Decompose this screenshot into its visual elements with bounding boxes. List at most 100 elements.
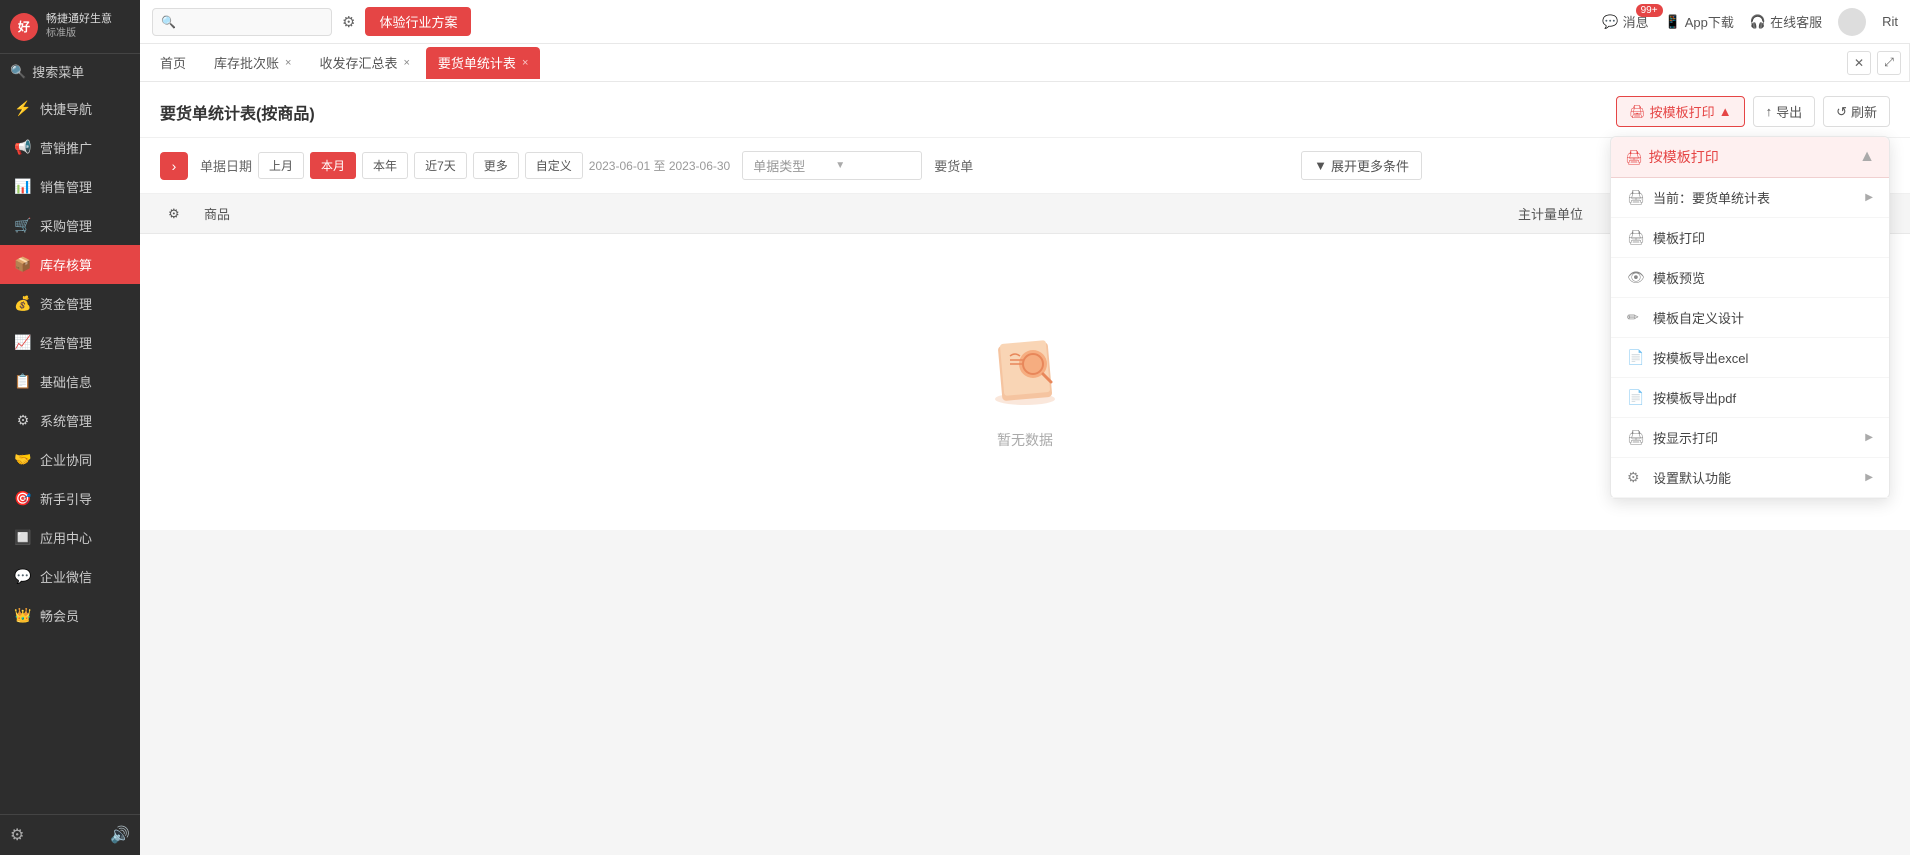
tab-close-all[interactable]: ✕ [1847,51,1871,75]
topbar-search-input[interactable] [182,15,323,29]
template-pdf-label: 按模板导出pdf [1653,388,1873,407]
sidebar-item-basic[interactable]: 📋 基础信息 [0,362,140,401]
date-filter-label: 单据日期 [200,156,252,175]
dropdown-template-preview[interactable]: 👁 模板预览 [1611,258,1889,298]
sound-icon[interactable]: 🔊 [110,825,130,845]
tab-summary-label: 收发存汇总表 [319,53,397,72]
dropdown-template-excel[interactable]: 📄 按模板导出excel [1611,338,1889,378]
topbar-gear-icon[interactable]: ⚙ [342,13,355,31]
topbar-search-icon: 🔍 [161,15,176,29]
date-btn-this-month[interactable]: 本月 [310,152,356,179]
sidebar-item-system[interactable]: ⚙ 系统管理 [0,401,140,440]
tab-batch-account[interactable]: 库存批次账 × [202,47,303,79]
sidebar-item-collab[interactable]: 🤝 企业协同 [0,440,140,479]
default-fn-label: 设置默认功能 [1653,468,1857,487]
dropdown-template-pdf[interactable]: 📄 按模板导出pdf [1611,378,1889,418]
dropdown-default-fn[interactable]: ⚙ 设置默认功能 ▶ [1611,458,1889,498]
sidebar-bottom: ⚙ 🔊 [0,814,140,855]
message-button[interactable]: 💬 消息 99+ [1602,12,1648,31]
template-excel-icon: 📄 [1627,349,1645,366]
empty-text: 暂无数据 [997,430,1053,450]
dropdown-template-design[interactable]: ✏ 模板自定义设计 [1611,298,1889,338]
refresh-button[interactable]: ↺ 刷新 [1823,96,1890,127]
date-btn-custom[interactable]: 自定义 [525,152,583,179]
collab-icon: 🤝 [14,451,32,469]
filter-toggle-button[interactable]: › [160,152,188,180]
expand-filters-button[interactable]: ▼ 展开更多条件 [1301,151,1422,180]
trial-button[interactable]: 体验行业方案 [365,7,471,36]
empty-icon [975,314,1075,414]
doc-type-select[interactable]: 单据类型 ▼ [742,151,922,180]
sidebar-item-appstore[interactable]: 🔲 应用中心 [0,518,140,557]
th-settings[interactable]: ⚙ [160,196,196,232]
date-btn-more[interactable]: 更多 [473,152,519,179]
sidebar-item-wechat[interactable]: 💬 企业微信 [0,557,140,596]
topbar-search-box[interactable]: 🔍 [152,8,332,36]
template-preview-label: 模板预览 [1653,268,1873,287]
display-print-icon: 🖨 [1627,429,1645,446]
sidebar-item-inventory[interactable]: 📦 库存核算 [0,245,140,284]
current-arrow-icon: ▶ [1865,192,1873,203]
settings-bottom-icon[interactable]: ⚙ [10,825,24,845]
sidebar-item-finance[interactable]: 💰 资金管理 [0,284,140,323]
sales-icon: 📊 [14,178,32,196]
sidebar-item-label: 营销推广 [40,138,92,157]
app-download-button[interactable]: 📱 App下载 [1665,12,1734,31]
dropdown-display-print[interactable]: 🖨 按显示打印 ▶ [1611,418,1889,458]
dropdown-close-icon[interactable]: ▲ [1859,148,1875,166]
sidebar-item-marketing[interactable]: 📢 营销推广 [0,128,140,167]
date-btn-this-year[interactable]: 本年 [362,152,408,179]
app-name: 畅捷通好生意 标准版 [46,12,112,41]
refresh-icon: ↺ [1836,104,1847,120]
template-design-label: 模板自定义设计 [1653,308,1873,327]
sidebar-item-label: 快捷导航 [40,99,92,118]
display-print-label: 按显示打印 [1653,428,1857,447]
template-pdf-icon: 📄 [1627,389,1645,406]
print-template-button[interactable]: 🖨 按模板打印 ▲ [1616,96,1744,127]
tab-home-label: 首页 [160,53,186,72]
sidebar-item-member[interactable]: 👑 畅会员 [0,596,140,635]
dropdown-print-icon: 🖨 [1625,149,1643,166]
sidebar-item-label: 销售管理 [40,177,92,196]
sidebar: 好 畅捷通好生意 标准版 🔍 搜索菜单 ⚡ 快捷导航 📢 营销推广 📊 销售管理… [0,0,140,855]
app-icon: 📱 [1665,14,1681,30]
main-area: 🔍 ⚙ 体验行业方案 💬 消息 99+ 📱 App下载 🎧 在线客服 Rit [140,0,1910,855]
tabs-bar: 首页 库存批次账 × 收发存汇总表 × 要货单统计表 × ✕ ⤢ [140,44,1910,82]
message-badge: 99+ [1636,4,1663,17]
dropdown-template-print[interactable]: 🖨 模板打印 [1611,218,1889,258]
date-filter-group: 单据日期 上月 本月 本年 近7天 更多 自定义 2023-06-01 至 20… [200,152,730,179]
date-btn-7days[interactable]: 近7天 [414,152,467,179]
sidebar-item-purchase[interactable]: 🛒 采购管理 [0,206,140,245]
sidebar-item-operation[interactable]: 📈 经营管理 [0,323,140,362]
tab-batch-label: 库存批次账 [214,53,279,72]
service-icon: 🎧 [1750,14,1766,30]
online-service-button[interactable]: 🎧 在线客服 [1750,12,1822,31]
sidebar-item-label: 库存核算 [40,255,92,274]
doc-type-label: 单据类型 [753,156,829,175]
display-print-arrow: ▶ [1865,432,1873,443]
export-button[interactable]: ↑ 导出 [1753,96,1816,127]
tab-home[interactable]: 首页 [148,47,198,79]
goods-filter-label: 要货单 [934,156,973,175]
print-dropdown-panel: 🖨 按模板打印 ▲ 🖨 当前：要货单统计表 ▶ 🖨 模板 [1610,136,1890,499]
sidebar-search[interactable]: 🔍 搜索菜单 [0,54,140,89]
tab-order-stats-close[interactable]: × [522,57,528,69]
sidebar-item-sales[interactable]: 📊 销售管理 [0,167,140,206]
doc-type-arrow: ▼ [835,160,911,171]
template-print-icon: 🖨 [1627,229,1645,246]
tab-order-stats[interactable]: 要货单统计表 × [426,47,540,79]
goods-filter-group: 要货单 [934,156,973,175]
tab-expand[interactable]: ⤢ [1877,51,1901,75]
tab-summary-close[interactable]: × [403,57,409,69]
sidebar-item-guide[interactable]: 🎯 新手引导 [0,479,140,518]
tab-batch-close[interactable]: × [285,57,291,69]
sidebar-item-quick-nav[interactable]: ⚡ 快捷导航 [0,89,140,128]
date-btn-last-month[interactable]: 上月 [258,152,304,179]
template-preview-icon: 👁 [1627,269,1645,286]
tab-summary[interactable]: 收发存汇总表 × [307,47,421,79]
dropdown-current-item[interactable]: 🖨 当前：要货单统计表 ▶ [1611,178,1889,218]
tab-order-stats-label: 要货单统计表 [438,53,516,72]
sidebar-logo: 好 畅捷通好生意 标准版 [0,0,140,54]
default-fn-arrow: ▶ [1865,472,1873,483]
template-excel-label: 按模板导出excel [1653,348,1873,367]
